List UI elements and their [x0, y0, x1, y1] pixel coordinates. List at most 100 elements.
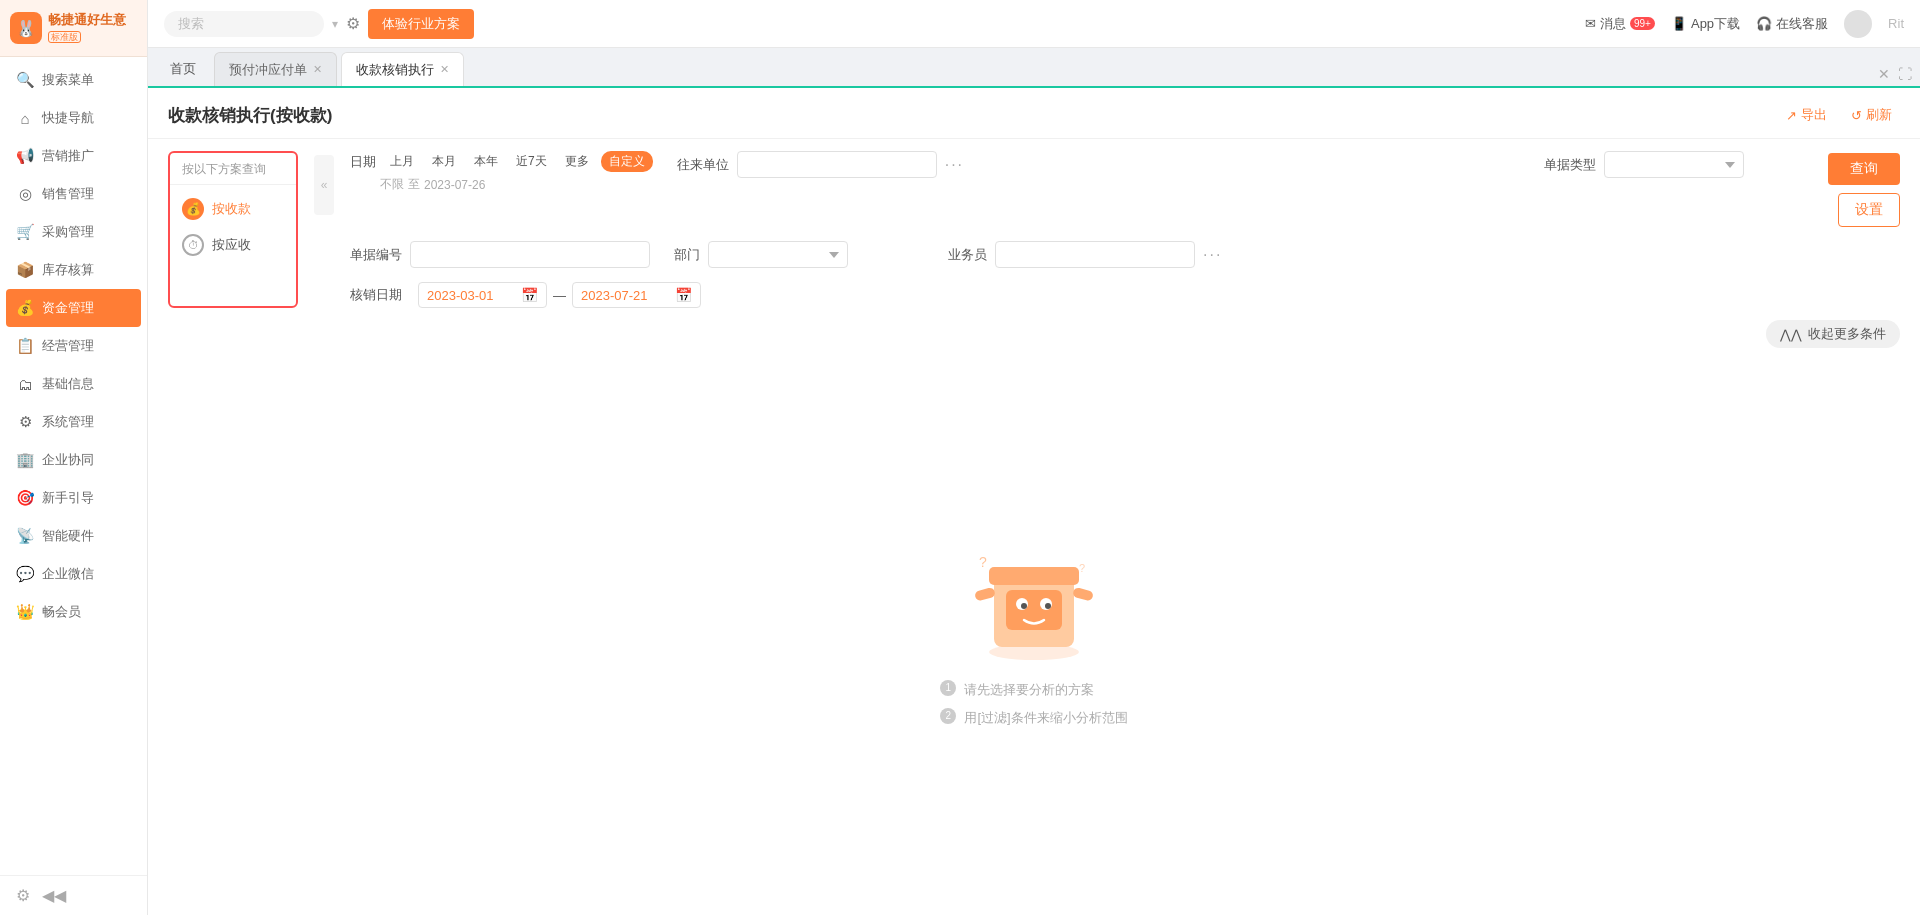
doc-type-select[interactable]: [1604, 151, 1744, 178]
empty-state: ? ? 1 请先选择要分析的方案 2 用[过滤]条件来缩小分析范围: [148, 356, 1920, 915]
receipt-verify-tab-label: 收款核销执行: [356, 61, 434, 79]
tab-home[interactable]: 首页: [156, 52, 210, 86]
close-tab-icon[interactable]: ✕: [1878, 66, 1890, 82]
verify-date-from-calendar-icon[interactable]: 📅: [521, 287, 538, 303]
smart-hw-nav-icon: 📡: [16, 527, 34, 545]
date-quick-btns: 上月 本月 本年 近7天 更多 自定义: [384, 151, 653, 172]
operation-nav-icon: 📋: [16, 337, 34, 355]
refresh-button[interactable]: ↺ 刷新: [1843, 102, 1900, 128]
query-button[interactable]: 查询: [1828, 153, 1900, 185]
counterpart-input[interactable]: [737, 151, 937, 178]
verify-date-to-calendar-icon[interactable]: 📅: [675, 287, 692, 303]
sidebar-item-purchase[interactable]: 🛒 采购管理: [0, 213, 147, 251]
date-label: 日期: [350, 153, 376, 171]
receipt-verify-tab-close-icon[interactable]: ✕: [440, 63, 449, 76]
sidebar-item-sales[interactable]: ◎ 销售管理: [0, 175, 147, 213]
sidebar-item-marketing[interactable]: 📢 营销推广: [0, 137, 147, 175]
topbar: 搜索 ▾ ⚙ 体验行业方案 ✉ 消息 99+ 📱 App下载 🎧 在线客服 Ri…: [148, 0, 1920, 48]
topbar-app-download-btn[interactable]: 📱 App下载: [1671, 15, 1740, 33]
username-label: Rit: [1888, 16, 1904, 31]
svg-rect-2: [989, 567, 1079, 585]
dept-select[interactable]: [708, 241, 848, 268]
industry-solution-button[interactable]: 体验行业方案: [368, 9, 474, 39]
sidebar: 🐰 畅捷通好生意 标准版 🔍 搜索菜单 ⌂ 快捷导航 📢 营销推广 ◎ 销售管理…: [0, 0, 148, 915]
sidebar-item-system[interactable]: ⚙ 系统管理: [0, 403, 147, 441]
sidebar-item-basic-info[interactable]: 🗂 基础信息: [0, 365, 147, 403]
topbar-left: 搜索 ▾ ⚙ 体验行业方案: [164, 9, 1575, 39]
settings-button[interactable]: 设置: [1838, 193, 1900, 227]
newbie-nav-label: 新手引导: [42, 489, 94, 507]
sales-nav-icon: ◎: [16, 185, 34, 203]
sidebar-item-wechat[interactable]: 💬 企业微信: [0, 555, 147, 593]
member-nav-label: 畅会员: [42, 603, 81, 621]
more-conditions-button[interactable]: ⋀⋀ 收起更多条件: [1766, 320, 1900, 348]
topbar-gear-icon[interactable]: ⚙: [346, 14, 360, 33]
sidebar-item-smart-hw[interactable]: 📡 智能硬件: [0, 517, 147, 555]
settings-footer-icon[interactable]: ⚙: [16, 886, 30, 905]
sidebar-item-inventory[interactable]: 📦 库存核算: [0, 251, 147, 289]
page-header: 收款核销执行(按收款) ↗ 导出 ↺ 刷新: [148, 88, 1920, 139]
collapse-sidebar-icon[interactable]: ◀◀: [42, 886, 66, 905]
sidebar-item-enterprise[interactable]: 🏢 企业协同: [0, 441, 147, 479]
date-no-limit-label: 不限: [380, 176, 404, 193]
topbar-search-box[interactable]: 搜索: [164, 11, 324, 37]
prepay-tab-label: 预付冲应付单: [229, 61, 307, 79]
tab-receipt-verify[interactable]: 收款核销执行 ✕: [341, 52, 464, 86]
doc-type-label: 单据类型: [1544, 156, 1596, 174]
by-receipt-label: 按收款: [212, 200, 251, 218]
topbar-service-btn[interactable]: 🎧 在线客服: [1756, 15, 1828, 33]
export-button[interactable]: ↗ 导出: [1778, 102, 1835, 128]
marketing-nav-icon: 📢: [16, 147, 34, 165]
mobile-icon: 📱: [1671, 16, 1687, 31]
expand-icon[interactable]: ⛶: [1898, 66, 1912, 82]
tabbar: 首页 预付冲应付单 ✕ 收款核销执行 ✕ ✕ ⛶: [148, 48, 1920, 88]
verify-date-from-input[interactable]: [427, 288, 517, 303]
sidebar-item-capital[interactable]: 💰 资金管理: [6, 289, 141, 327]
salesperson-input[interactable]: [995, 241, 1195, 268]
topbar-message-btn[interactable]: ✉ 消息 99+: [1585, 15, 1655, 33]
search-menu-nav-label: 搜索菜单: [42, 71, 94, 89]
quick-nav-nav-icon: ⌂: [16, 109, 34, 127]
date-btn-more[interactable]: 更多: [559, 151, 595, 172]
sidebar-item-member[interactable]: 👑 畅会员: [0, 593, 147, 631]
main-area: 搜索 ▾ ⚙ 体验行业方案 ✉ 消息 99+ 📱 App下载 🎧 在线客服 Ri…: [148, 0, 1920, 915]
filter-row-1: 日期 上月 本月 本年 近7天 更多 自定义 不限: [350, 151, 1900, 227]
date-btn-this-year[interactable]: 本年: [468, 151, 504, 172]
sidebar-nav: 🔍 搜索菜单 ⌂ 快捷导航 📢 营销推广 ◎ 销售管理 🛒 采购管理 📦 库存核…: [0, 57, 147, 875]
tab-prepay[interactable]: 预付冲应付单 ✕: [214, 52, 337, 86]
logo-icon: 🐰: [10, 12, 42, 44]
topbar-chevron-icon[interactable]: ▾: [332, 17, 338, 31]
sidebar-item-search-menu[interactable]: 🔍 搜索菜单: [0, 61, 147, 99]
date-btn-this-month[interactable]: 本月: [426, 151, 462, 172]
tabbar-actions: ✕ ⛶: [1878, 66, 1912, 86]
sidebar-item-newbie[interactable]: 🎯 新手引导: [0, 479, 147, 517]
filter-option-by-receivable[interactable]: ⏱ 按应收: [170, 227, 296, 263]
capital-nav-icon: 💰: [16, 299, 34, 317]
basic-info-nav-label: 基础信息: [42, 375, 94, 393]
filter-docno-group: 单据编号: [350, 241, 650, 268]
sidebar-item-operation[interactable]: 📋 经营管理: [0, 327, 147, 365]
salesperson-more-icon[interactable]: ···: [1203, 246, 1222, 264]
sidebar-logo: 🐰 畅捷通好生意 标准版: [0, 0, 147, 57]
collapse-filter-sidebar-button[interactable]: «: [314, 155, 334, 215]
search-menu-nav-icon: 🔍: [16, 71, 34, 89]
service-icon: 🎧: [1756, 16, 1772, 31]
sidebar-footer: ⚙ ◀◀: [0, 875, 147, 915]
filter-row-2: 单据编号 部门 业务员 ···: [350, 241, 1900, 268]
message-label: 消息: [1600, 15, 1626, 33]
wechat-nav-icon: 💬: [16, 565, 34, 583]
date-custom-tag[interactable]: 自定义: [601, 151, 653, 172]
doc-no-input[interactable]: [410, 241, 650, 268]
date-to-label: 至: [408, 176, 420, 193]
sidebar-item-quick-nav[interactable]: ⌂ 快捷导航: [0, 99, 147, 137]
verify-date-to-input[interactable]: [581, 288, 671, 303]
enterprise-nav-icon: 🏢: [16, 451, 34, 469]
filter-doctype-group: 单据类型: [1544, 151, 1804, 178]
date-btn-7days[interactable]: 近7天: [510, 151, 553, 172]
prepay-tab-close-icon[interactable]: ✕: [313, 63, 322, 76]
filter-option-by-receipt[interactable]: 💰 按收款: [170, 191, 296, 227]
message-badge: 99+: [1630, 17, 1655, 30]
counterpart-more-icon[interactable]: ···: [945, 156, 964, 174]
purchase-nav-icon: 🛒: [16, 223, 34, 241]
date-btn-last-month[interactable]: 上月: [384, 151, 420, 172]
